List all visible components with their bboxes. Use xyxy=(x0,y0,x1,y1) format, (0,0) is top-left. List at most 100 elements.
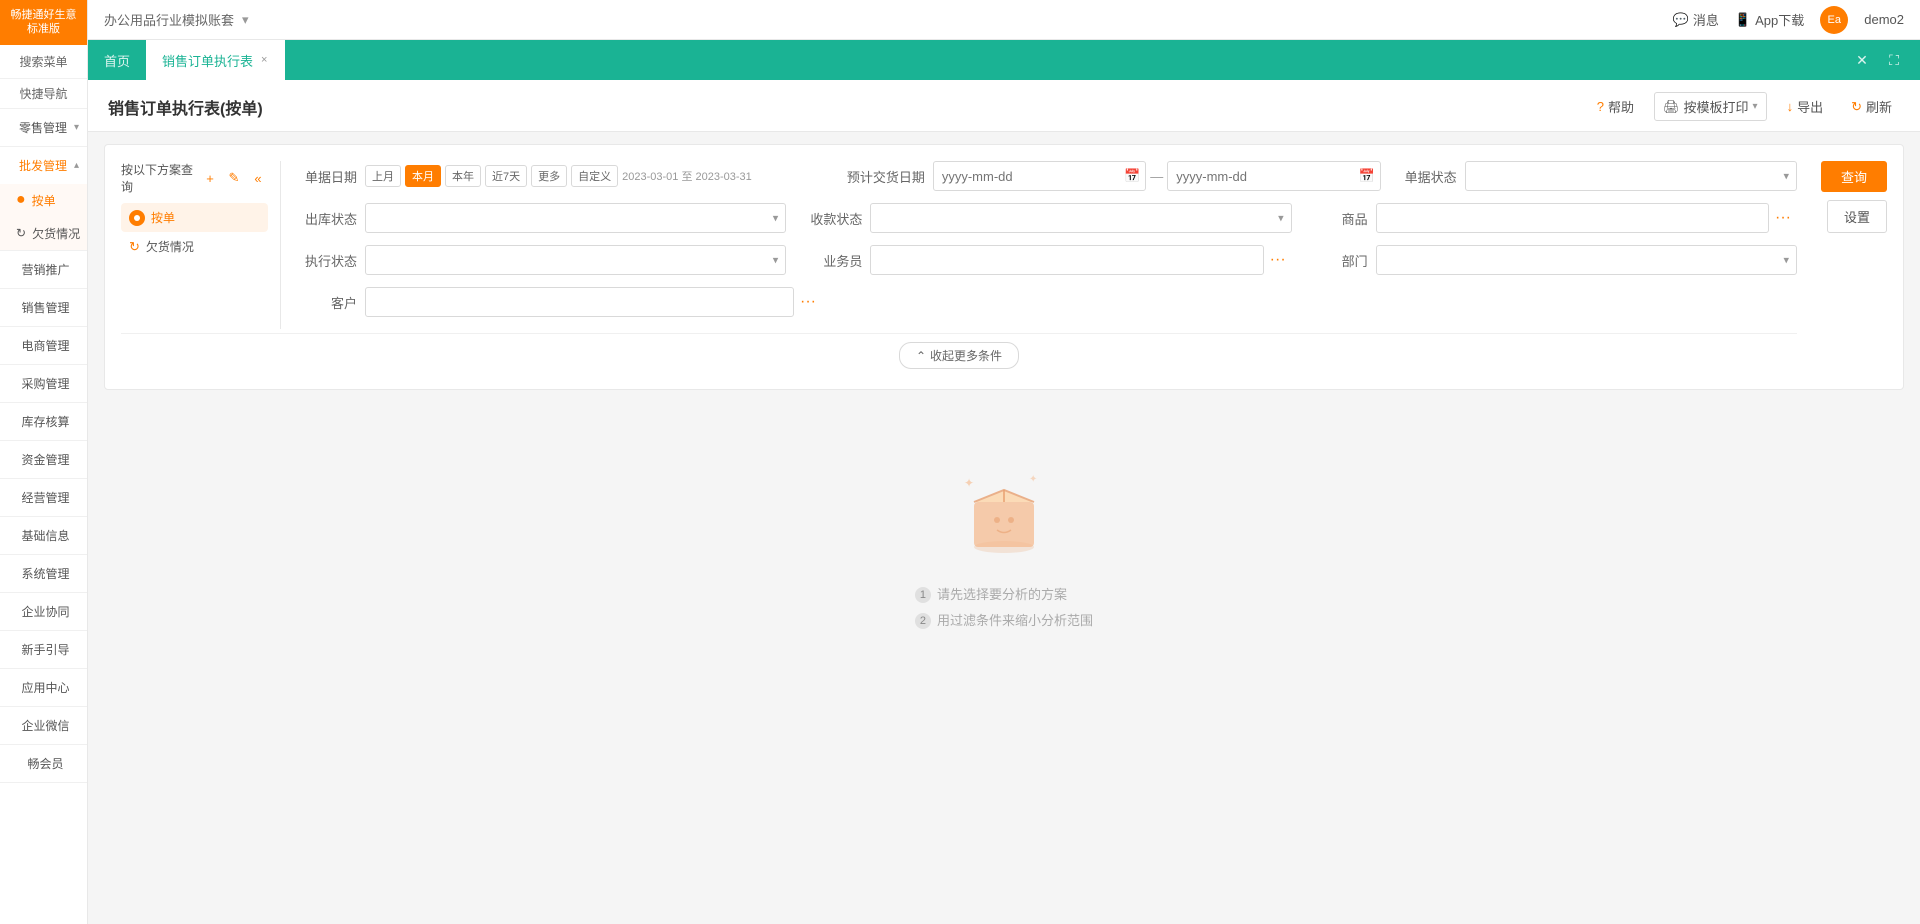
edit-solution-btn[interactable]: ✎ xyxy=(224,168,244,188)
sales-rep-dots-btn[interactable]: ··· xyxy=(1264,251,1292,269)
print-btn[interactable]: 🖨 按模板打印 ▾ xyxy=(1654,92,1767,121)
customer-dots-btn[interactable]: ··· xyxy=(794,293,822,311)
query-btn[interactable]: 查询 xyxy=(1821,161,1887,192)
message-action[interactable]: 💬 消息 xyxy=(1673,10,1719,29)
page-content: 销售订单执行表(按单) ? 帮助 🖨 按模板打印 ▾ ↓ 导出 xyxy=(88,80,1920,924)
ship-status-select[interactable] xyxy=(365,203,786,233)
refresh-icon: ↻ xyxy=(1851,99,1862,115)
payment-status-select[interactable] xyxy=(870,203,1291,233)
filter-field-status: 单据状态 ▾ xyxy=(1397,161,1797,191)
tabbar-actions: ✕ ⛶ xyxy=(1848,46,1920,74)
goods-input[interactable] xyxy=(1376,203,1769,233)
collapse-btn[interactable]: ⌃ 收起更多条件 xyxy=(899,342,1019,369)
sales-rep-input[interactable] xyxy=(870,245,1263,275)
solution-item-欠货情况[interactable]: ↻ 欠货情况 xyxy=(121,232,268,261)
date-btn-current-year[interactable]: 本年 xyxy=(445,165,481,187)
sidebar-item-member[interactable]: 畅会员 xyxy=(0,745,87,782)
tab-home[interactable]: 首页 xyxy=(88,40,146,80)
radio-filled-icon xyxy=(129,210,145,226)
status-chevron-icon: ▾ xyxy=(1783,170,1789,183)
sidebar-sub-item-按单[interactable]: ● 按单 xyxy=(0,184,87,217)
date-quick-btns: 上月 本月 本年 近7天 更多 自定义 xyxy=(365,165,618,187)
export-btn[interactable]: ↓ 导出 xyxy=(1779,93,1832,120)
date-btn-7days[interactable]: 近7天 xyxy=(485,165,527,187)
sidebar-item-app-center[interactable]: 应用中心 xyxy=(0,669,87,706)
date-btn-current-month[interactable]: 本月 xyxy=(405,165,441,187)
sidebar-item-finance[interactable]: 资金管理 xyxy=(0,441,87,478)
filter-field-dept: 部门 ▾ xyxy=(1308,245,1797,275)
username-label[interactable]: demo2 xyxy=(1864,12,1904,27)
dept-select[interactable] xyxy=(1376,245,1797,275)
date-btn-custom[interactable]: 自定义 xyxy=(571,165,618,187)
collapse-row: ⌃ 收起更多条件 xyxy=(121,333,1797,373)
window-expand-btn[interactable]: ⛶ xyxy=(1880,46,1908,74)
refresh-btn[interactable]: ↻ 刷新 xyxy=(1843,93,1900,120)
date-from-input[interactable] xyxy=(933,161,1146,191)
tab-sales-execution[interactable]: 销售订单执行表 × xyxy=(146,40,285,80)
payment-status-label: 收款状态 xyxy=(802,209,862,228)
exec-status-label: 执行状态 xyxy=(297,251,357,270)
sidebar-item-purchase[interactable]: 采购管理 xyxy=(0,365,87,402)
ship-status-select-wrap: ▾ xyxy=(365,203,786,233)
export-icon: ↓ xyxy=(1787,99,1794,114)
sidebar-search-menu[interactable]: 搜索菜单 xyxy=(0,45,87,79)
settings-btn[interactable]: 设置 xyxy=(1827,200,1887,233)
solution-header: 按以下方案查询 + ✎ « xyxy=(121,161,268,195)
sidebar-item-wechat[interactable]: 企业微信 xyxy=(0,707,87,744)
sidebar-item-retail[interactable]: 零售管理 ▾ xyxy=(0,109,87,146)
sidebar-item-marketing[interactable]: 营销推广 xyxy=(0,251,87,288)
page-header: 销售订单执行表(按单) ? 帮助 🖨 按模板打印 ▾ ↓ 导出 xyxy=(88,80,1920,132)
chevron-down-icon: ▴ xyxy=(74,160,79,171)
sidebar-item-inventory[interactable]: 库存核算 xyxy=(0,403,87,440)
filter-field-sales-rep: 业务员 ··· xyxy=(802,245,1291,275)
user-avatar[interactable]: Ea xyxy=(1820,6,1848,34)
ship-status-label: 出库状态 xyxy=(297,209,357,228)
app-download-action[interactable]: 📱 App下载 xyxy=(1735,10,1804,29)
topbar-right: 💬 消息 📱 App下载 Ea demo2 xyxy=(1673,6,1904,34)
status-select[interactable] xyxy=(1465,161,1797,191)
sidebar-item-sales[interactable]: 销售管理 xyxy=(0,289,87,326)
sidebar-sub-item-欠货情况[interactable]: ↻ 欠货情况 xyxy=(0,217,87,250)
sidebar-item-guide[interactable]: 新手引导 xyxy=(0,631,87,668)
dept-select-wrap: ▾ xyxy=(1376,245,1797,275)
topbar-left: 办公用品行业模拟账套 ▾ xyxy=(104,10,249,29)
sales-rep-select-wrap: ··· xyxy=(870,245,1291,275)
date-btn-last-month[interactable]: 上月 xyxy=(365,165,401,187)
date-to-input[interactable] xyxy=(1167,161,1380,191)
sidebar-item-business[interactable]: 经营管理 xyxy=(0,479,87,516)
filter-field-exec-status: 执行状态 ▾ xyxy=(297,245,786,275)
message-icon: 💬 xyxy=(1673,12,1689,28)
sidebar-item-basic-info[interactable]: 基础信息 xyxy=(0,517,87,554)
exec-status-select-wrap: ▾ xyxy=(365,245,786,275)
filter-field-date: 单据日期 上月 本月 本年 近7天 更多 自定义 xyxy=(297,165,831,187)
empty-item-2: 2 用过滤条件来缩小分析范围 xyxy=(915,608,1093,634)
customer-select-wrap: ··· xyxy=(365,287,822,317)
sidebar-item-wholesale[interactable]: 批发管理 ▴ xyxy=(0,147,87,184)
page-header-actions: ? 帮助 🖨 按模板打印 ▾ ↓ 导出 ↻ 刷新 xyxy=(1589,92,1900,121)
company-dropdown-icon[interactable]: ▾ xyxy=(242,12,249,28)
collapse-solution-btn[interactable]: « xyxy=(248,168,268,188)
tab-close-icon[interactable]: × xyxy=(259,52,269,68)
sidebar-item-ecommerce[interactable]: 电商管理 xyxy=(0,327,87,364)
filter-row-4: 客户 ··· xyxy=(297,287,1797,317)
current-company[interactable]: 办公用品行业模拟账套 xyxy=(104,10,234,29)
action-col: 查询 设置 xyxy=(1797,161,1887,373)
exec-status-select[interactable] xyxy=(365,245,786,275)
customer-input[interactable] xyxy=(365,287,794,317)
goods-dots-btn[interactable]: ··· xyxy=(1769,209,1797,227)
status-select-wrap: ▾ xyxy=(1465,161,1797,191)
help-btn[interactable]: ? 帮助 xyxy=(1589,93,1642,120)
empty-item-1: 1 请先选择要分析的方案 xyxy=(915,582,1093,608)
solution-item-按单[interactable]: 按单 xyxy=(121,203,268,232)
date-to-wrap: 📅 xyxy=(1167,161,1380,191)
svg-text:✦: ✦ xyxy=(964,476,974,490)
sidebar-item-system[interactable]: 系统管理 xyxy=(0,555,87,592)
window-close-btn[interactable]: ✕ xyxy=(1848,46,1876,74)
add-solution-btn[interactable]: + xyxy=(200,168,220,188)
sidebar-quick-nav[interactable]: 快捷导航 xyxy=(0,79,87,109)
sidebar-item-cooperation[interactable]: 企业协同 xyxy=(0,593,87,630)
date-btn-more[interactable]: 更多 xyxy=(531,165,567,187)
refresh-icon: ↻ xyxy=(16,226,26,240)
chevron-right-icon: ▾ xyxy=(74,122,79,133)
sidebar-logo[interactable]: 畅捷通好生意 标准版 xyxy=(0,0,87,45)
